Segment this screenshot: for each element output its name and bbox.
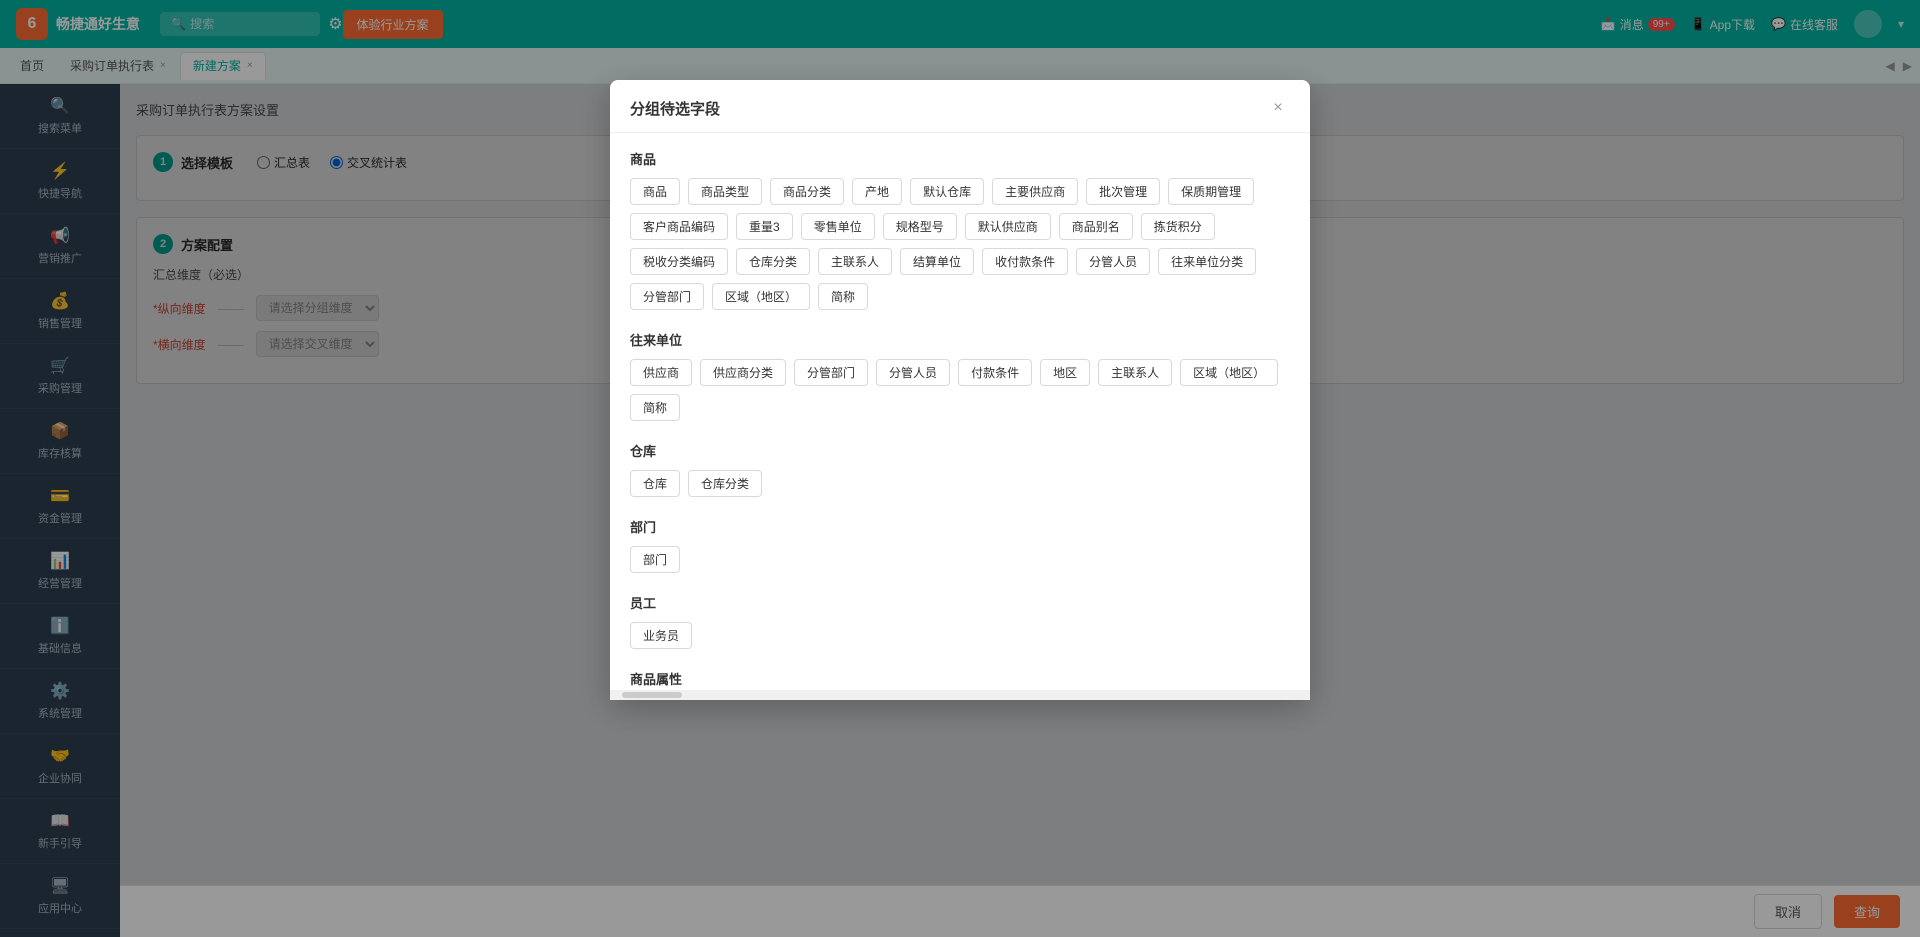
section-employee: 员工 业务员 (630, 593, 1290, 649)
section-warehouse: 仓库 仓库 仓库分类 (630, 441, 1290, 497)
field-tag-goods-type[interactable]: 商品类型 (688, 178, 762, 205)
field-tag-shelf-life[interactable]: 保质期管理 (1168, 178, 1254, 205)
field-tag-warehouse[interactable]: 仓库 (630, 470, 680, 497)
field-tag-batch-mgmt[interactable]: 批次管理 (1086, 178, 1160, 205)
section-goods: 商品 商品 商品类型 商品分类 产地 默认仓库 主要供应商 批次管理 保质期管理… (630, 149, 1290, 310)
section-goods-title: 商品 (630, 149, 1290, 168)
field-tag-settlement-unit[interactable]: 结算单位 (900, 248, 974, 275)
modal-horizontal-scrollbar[interactable] (610, 690, 1310, 700)
modal-header: 分组待选字段 × (610, 80, 1310, 133)
field-tag-pick-points[interactable]: 拣货积分 (1141, 213, 1215, 240)
field-tag-dept[interactable]: 部门 (630, 546, 680, 573)
field-tag-origin[interactable]: 产地 (852, 178, 902, 205)
field-tag-supplier-category[interactable]: 供应商分类 (700, 359, 786, 386)
dept-fields: 部门 (630, 546, 1290, 573)
section-dept-title: 部门 (630, 517, 1290, 536)
partner-fields: 供应商 供应商分类 分管部门 分管人员 付款条件 地区 主联系人 区域（地区） … (630, 359, 1290, 421)
field-tag-partner-contact[interactable]: 主联系人 (1098, 359, 1172, 386)
field-tag-warehouse-cat[interactable]: 仓库分类 (688, 470, 762, 497)
section-goods-attr: 商品属性 属性 颜色 多规格 尺码 鞋码 1 (630, 669, 1290, 690)
warehouse-fields: 仓库 仓库分类 (630, 470, 1290, 497)
field-tag-supplier[interactable]: 供应商 (630, 359, 692, 386)
field-tag-area[interactable]: 地区 (1040, 359, 1090, 386)
field-tag-partner-category[interactable]: 往来单位分类 (1158, 248, 1256, 275)
section-dept: 部门 部门 (630, 517, 1290, 573)
goods-fields: 商品 商品类型 商品分类 产地 默认仓库 主要供应商 批次管理 保质期管理 客户… (630, 178, 1290, 310)
field-tag-payment-condition[interactable]: 付款条件 (958, 359, 1032, 386)
field-tag-salesperson[interactable]: 业务员 (630, 622, 692, 649)
field-tag-default-supplier[interactable]: 默认供应商 (965, 213, 1051, 240)
modal-backdrop: 分组待选字段 × 商品 商品 商品类型 商品分类 产地 默认仓库 主要供应商 批… (0, 0, 1920, 937)
field-tag-spec-model[interactable]: 规格型号 (883, 213, 957, 240)
field-tag-dept-supervisor[interactable]: 分管部门 (630, 283, 704, 310)
field-tag-partner-region[interactable]: 区域（地区） (1180, 359, 1278, 386)
field-tag-weight3[interactable]: 重量3 (736, 213, 793, 240)
field-tag-customer-code[interactable]: 客户商品编码 (630, 213, 728, 240)
modal-close-button[interactable]: × (1266, 96, 1290, 120)
field-tag-main-contact[interactable]: 主联系人 (818, 248, 892, 275)
field-tag-warehouse-category[interactable]: 仓库分类 (736, 248, 810, 275)
employee-fields: 业务员 (630, 622, 1290, 649)
modal-title: 分组待选字段 (630, 98, 720, 119)
modal-body: 商品 商品 商品类型 商品分类 产地 默认仓库 主要供应商 批次管理 保质期管理… (610, 133, 1310, 690)
field-select-modal: 分组待选字段 × 商品 商品 商品类型 商品分类 产地 默认仓库 主要供应商 批… (610, 80, 1310, 700)
field-tag-goods-category[interactable]: 商品分类 (770, 178, 844, 205)
field-tag-payment-terms[interactable]: 收付款条件 (982, 248, 1068, 275)
section-warehouse-title: 仓库 (630, 441, 1290, 460)
field-tag-partner-supervisor[interactable]: 分管人员 (876, 359, 950, 386)
field-tag-partner-short[interactable]: 简称 (630, 394, 680, 421)
field-tag-default-warehouse[interactable]: 默认仓库 (910, 178, 984, 205)
field-tag-partner-dept[interactable]: 分管部门 (794, 359, 868, 386)
field-tag-goods-alias[interactable]: 商品别名 (1059, 213, 1133, 240)
field-tag-tax-code[interactable]: 税收分类编码 (630, 248, 728, 275)
field-tag-main-supplier[interactable]: 主要供应商 (992, 178, 1078, 205)
section-employee-title: 员工 (630, 593, 1290, 612)
field-tag-region[interactable]: 区域（地区） (712, 283, 810, 310)
field-tag-short-name[interactable]: 简称 (818, 283, 868, 310)
section-partner: 往来单位 供应商 供应商分类 分管部门 分管人员 付款条件 地区 主联系人 区域… (630, 330, 1290, 421)
modal-hscroll-thumb (622, 692, 682, 698)
field-tag-supervisor[interactable]: 分管人员 (1076, 248, 1150, 275)
section-partner-title: 往来单位 (630, 330, 1290, 349)
field-tag-goods[interactable]: 商品 (630, 178, 680, 205)
field-tag-retail-unit[interactable]: 零售单位 (801, 213, 875, 240)
section-goods-attr-title: 商品属性 (630, 669, 1290, 688)
